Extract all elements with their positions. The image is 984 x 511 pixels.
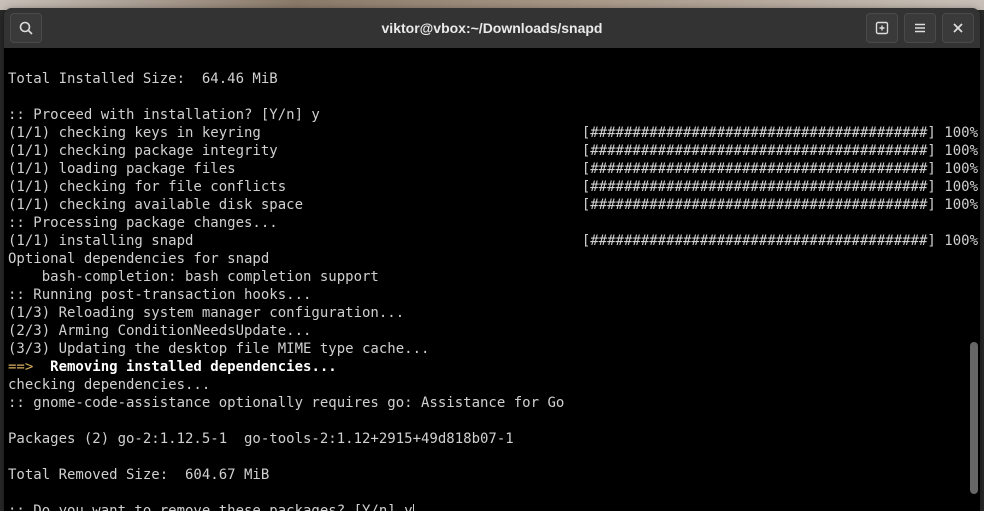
- scrollbar[interactable]: [968, 56, 978, 503]
- scrollbar-thumb[interactable]: [970, 342, 978, 494]
- search-icon: [18, 20, 34, 36]
- window-title: viktor@vbox:~/Downloads/snapd: [4, 20, 980, 36]
- progress-line: (1/1) checking available disk space[####…: [8, 196, 978, 214]
- output-line: (1/3) Reloading system manager configura…: [8, 305, 404, 321]
- new-tab-icon: [874, 20, 890, 36]
- close-icon: [950, 20, 966, 36]
- output-line: bash-completion: bash completion support: [8, 269, 379, 285]
- terminal-window: viktor@vbox:~/Downloads/snapd Total Inst…: [4, 8, 980, 511]
- output-line: checking dependencies...: [8, 377, 210, 393]
- output-line: (2/3) Arming ConditionNeedsUpdate...: [8, 323, 311, 339]
- progress-line: (1/1) checking keys in keyring[#########…: [8, 124, 978, 142]
- terminal-output[interactable]: Total Installed Size: 64.46 MiB :: Proce…: [4, 48, 980, 511]
- output-line: :: Proceed with installation? [Y/n] y: [8, 107, 320, 123]
- menu-button[interactable]: [904, 13, 936, 43]
- progress-line: (1/1) loading package files[############…: [8, 160, 978, 178]
- output-line: :: gnome-code-assistance optionally requ…: [8, 395, 564, 411]
- prompt-line: :: Do you want to remove these packages?…: [8, 503, 414, 511]
- output-line: Total Removed Size: 604.67 MiB: [8, 467, 269, 483]
- close-button[interactable]: [942, 13, 974, 43]
- output-line: Total Installed Size: 64.46 MiB: [8, 71, 278, 87]
- titlebar: viktor@vbox:~/Downloads/snapd: [4, 8, 980, 48]
- progress-line: (1/1) installing snapd[#################…: [8, 232, 978, 250]
- removing-label: Removing installed dependencies...: [42, 359, 337, 375]
- cursor: [413, 504, 414, 511]
- output-line: (3/3) Updating the desktop file MIME typ…: [8, 341, 429, 357]
- search-button[interactable]: [10, 13, 42, 43]
- output-line: Packages (2) go-2:1.12.5-1 go-tools-2:1.…: [8, 431, 514, 447]
- output-line: :: Running post-transaction hooks...: [8, 287, 311, 303]
- output-line: ==> Removing installed dependencies...: [8, 359, 337, 375]
- output-line: Optional dependencies for snapd: [8, 251, 269, 267]
- output-line: :: Processing package changes...: [8, 215, 278, 231]
- progress-line: (1/1) checking package integrity[#######…: [8, 142, 978, 160]
- progress-line: (1/1) checking for file conflicts[######…: [8, 178, 978, 196]
- new-tab-button[interactable]: [866, 13, 898, 43]
- hamburger-icon: [912, 20, 928, 36]
- arrow-prefix: ==>: [8, 359, 42, 375]
